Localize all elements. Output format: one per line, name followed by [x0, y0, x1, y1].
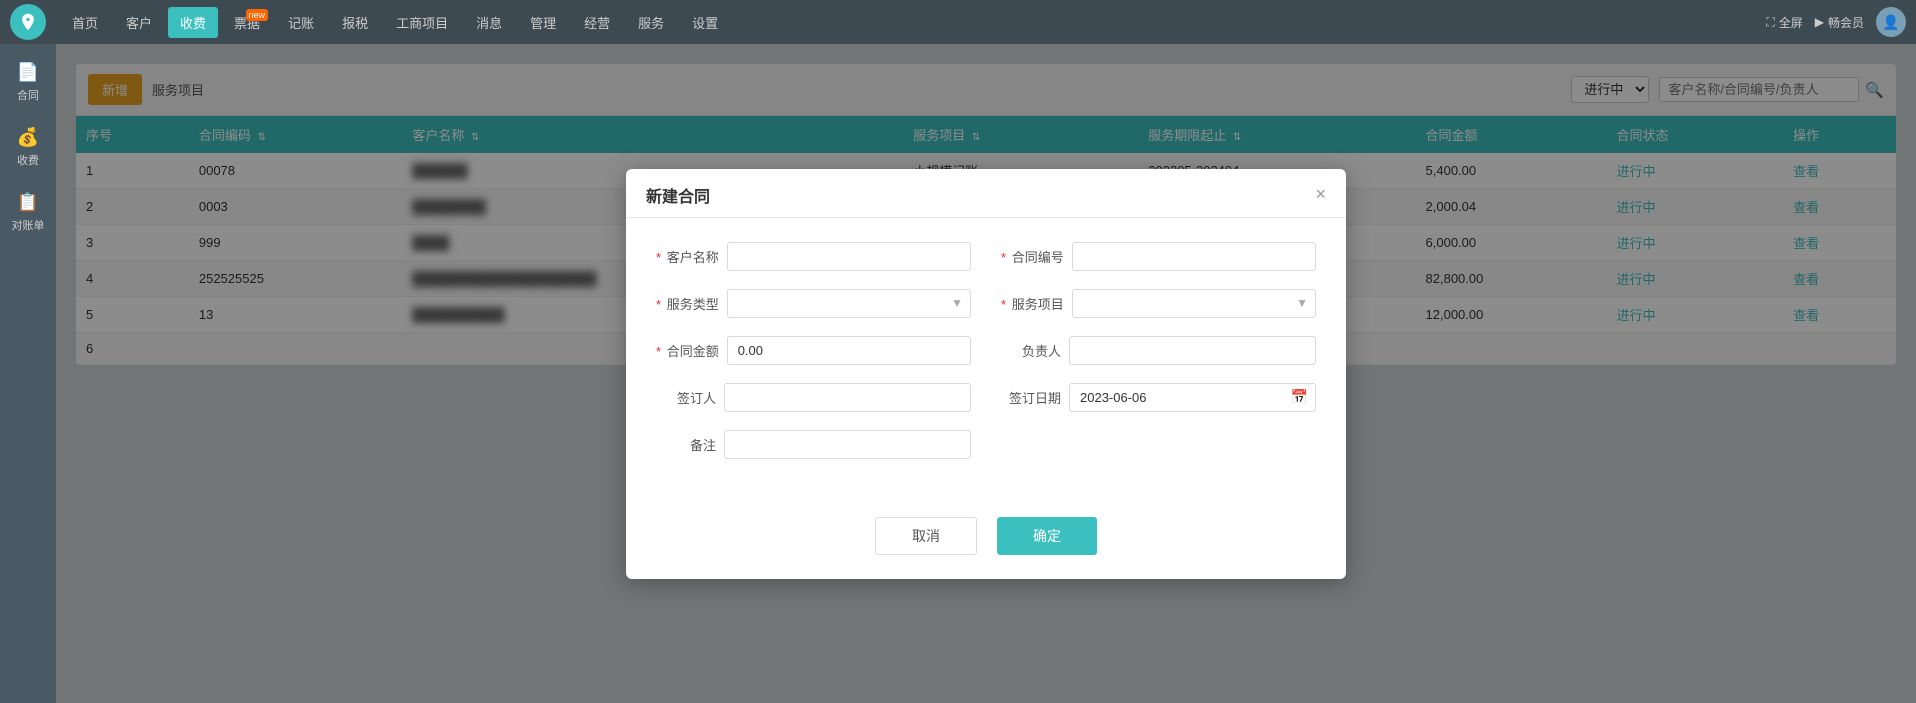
form-row-1: * 客户名称 * 合同编号	[656, 242, 1316, 271]
select-service-type[interactable]	[727, 289, 971, 318]
fullscreen-button[interactable]: ⛶ 全屏	[1766, 14, 1802, 31]
nav-manage[interactable]: 管理	[518, 7, 568, 38]
sidebar-item-reconcile[interactable]: 📋 对账单	[3, 184, 53, 241]
label-service-item: * 服务项目	[1001, 294, 1064, 313]
main-layout: 📄 合同 💰 收费 📋 对账单 新增 服务项目 进行中 已完成 已终止	[0, 44, 1916, 703]
sidebar-item-billing-label: 收费	[17, 152, 39, 168]
service-item-select-wrapper: ▼	[1072, 289, 1316, 318]
cancel-button[interactable]: 取消	[875, 517, 977, 555]
required-star-5: *	[656, 344, 661, 359]
required-star-2: *	[1001, 250, 1006, 265]
confirm-button[interactable]: 确定	[997, 517, 1097, 555]
top-navigation: 首页 客户 收费 票据 new 记账 报税 工商项目 消息 管理 经营 服务 设…	[0, 0, 1916, 44]
label-signer: 签订人	[656, 388, 716, 407]
sidebar: 📄 合同 💰 收费 📋 对账单	[0, 44, 56, 703]
sidebar-item-contract[interactable]: 📄 合同	[3, 54, 53, 111]
input-signer[interactable]	[724, 383, 971, 412]
modal-close-button[interactable]: ×	[1315, 184, 1326, 205]
modal-body: * 客户名称 * 合同编号	[626, 218, 1346, 501]
input-remark[interactable]	[724, 430, 971, 459]
modal-header: 新建合同 ×	[626, 169, 1346, 218]
nav-ticket[interactable]: 票据 new	[222, 7, 272, 38]
fullscreen-icon: ⛶	[1766, 15, 1774, 30]
field-signer: 签订人	[656, 383, 971, 412]
input-amount[interactable]	[727, 336, 971, 365]
form-row-5: 备注	[656, 430, 1316, 459]
label-sign-date: 签订日期	[1001, 388, 1061, 407]
nav-home[interactable]: 首页	[60, 7, 110, 38]
form-row-2: * 服务类型 ▼ *	[656, 289, 1316, 318]
nav-customer[interactable]: 客户	[114, 7, 164, 38]
service-type-select-wrapper: ▼	[727, 289, 971, 318]
input-sign-date[interactable]	[1069, 383, 1316, 412]
nav-tax[interactable]: 报税	[330, 7, 380, 38]
label-remark: 备注	[656, 435, 716, 454]
field-service-item: * 服务项目 ▼	[1001, 289, 1316, 318]
field-customer-name: * 客户名称	[656, 242, 971, 271]
input-contract-no[interactable]	[1072, 242, 1316, 271]
modal-overlay: 新建合同 × * 客户名称	[56, 44, 1916, 703]
required-star-3: *	[656, 297, 661, 312]
contract-icon: 📄	[17, 62, 39, 83]
field-sign-date: 签订日期 📅	[1001, 383, 1316, 412]
field-responsible: 负责人	[1001, 336, 1316, 365]
content-area: 新增 服务项目 进行中 已完成 已终止 全部 🔍 序号	[56, 44, 1916, 703]
sidebar-item-contract-label: 合同	[17, 87, 39, 103]
nav-operation[interactable]: 经营	[572, 7, 622, 38]
form-row-4: 签订人 签订日期 📅	[656, 383, 1316, 412]
label-responsible: 负责人	[1001, 341, 1061, 360]
member-icon: ▶	[1815, 15, 1824, 29]
modal-title: 新建合同	[646, 183, 710, 207]
new-badge: new	[246, 9, 269, 21]
label-amount: * 合同金额	[656, 341, 719, 360]
modal-footer: 取消 确定	[626, 501, 1346, 579]
top-nav-right: ⛶ 全屏 ▶ 畅会员 👤	[1766, 7, 1906, 37]
app-logo	[10, 4, 46, 40]
form-row-3: * 合同金额 负责人	[656, 336, 1316, 365]
fullscreen-label: 全屏	[1779, 14, 1803, 31]
field-service-type: * 服务类型 ▼	[656, 289, 971, 318]
member-button[interactable]: ▶ 畅会员	[1815, 14, 1864, 31]
member-label: 畅会员	[1828, 14, 1864, 31]
nav-account[interactable]: 记账	[276, 7, 326, 38]
avatar[interactable]: 👤	[1876, 7, 1906, 37]
field-amount: * 合同金额	[656, 336, 971, 365]
nav-invoice[interactable]: 收费	[168, 7, 218, 38]
sidebar-item-reconcile-label: 对账单	[12, 217, 45, 233]
calendar-icon[interactable]: 📅	[1291, 389, 1308, 406]
field-contract-no: * 合同编号	[1001, 242, 1316, 271]
label-contract-no: * 合同编号	[1001, 247, 1064, 266]
new-contract-modal: 新建合同 × * 客户名称	[626, 169, 1346, 579]
required-star-4: *	[1001, 297, 1006, 312]
reconcile-icon: 📋	[17, 192, 39, 213]
required-star: *	[656, 250, 661, 265]
nav-items: 首页 客户 收费 票据 new 记账 报税 工商项目 消息 管理 经营 服务 设…	[60, 7, 1766, 38]
label-service-type: * 服务类型	[656, 294, 719, 313]
input-customer-name[interactable]	[727, 242, 971, 271]
nav-settings[interactable]: 设置	[680, 7, 730, 38]
billing-icon: 💰	[17, 127, 39, 148]
date-field-sign: 📅	[1069, 383, 1316, 412]
label-customer-name: * 客户名称	[656, 247, 719, 266]
input-responsible[interactable]	[1069, 336, 1316, 365]
nav-service[interactable]: 服务	[626, 7, 676, 38]
nav-business[interactable]: 工商项目	[384, 7, 460, 38]
select-service-item[interactable]	[1072, 289, 1316, 318]
field-remark: 备注	[656, 430, 971, 459]
sidebar-item-billing[interactable]: 💰 收费	[3, 119, 53, 176]
nav-message[interactable]: 消息	[464, 7, 514, 38]
